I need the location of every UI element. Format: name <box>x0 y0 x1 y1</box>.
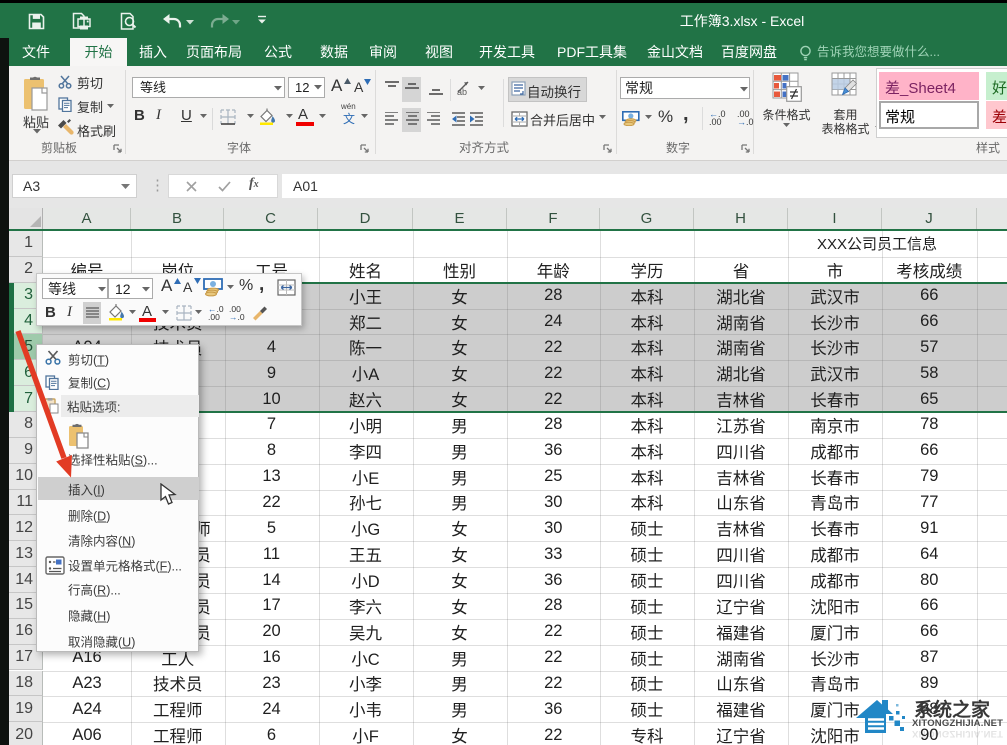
svg-text:ab: ab <box>457 87 467 96</box>
